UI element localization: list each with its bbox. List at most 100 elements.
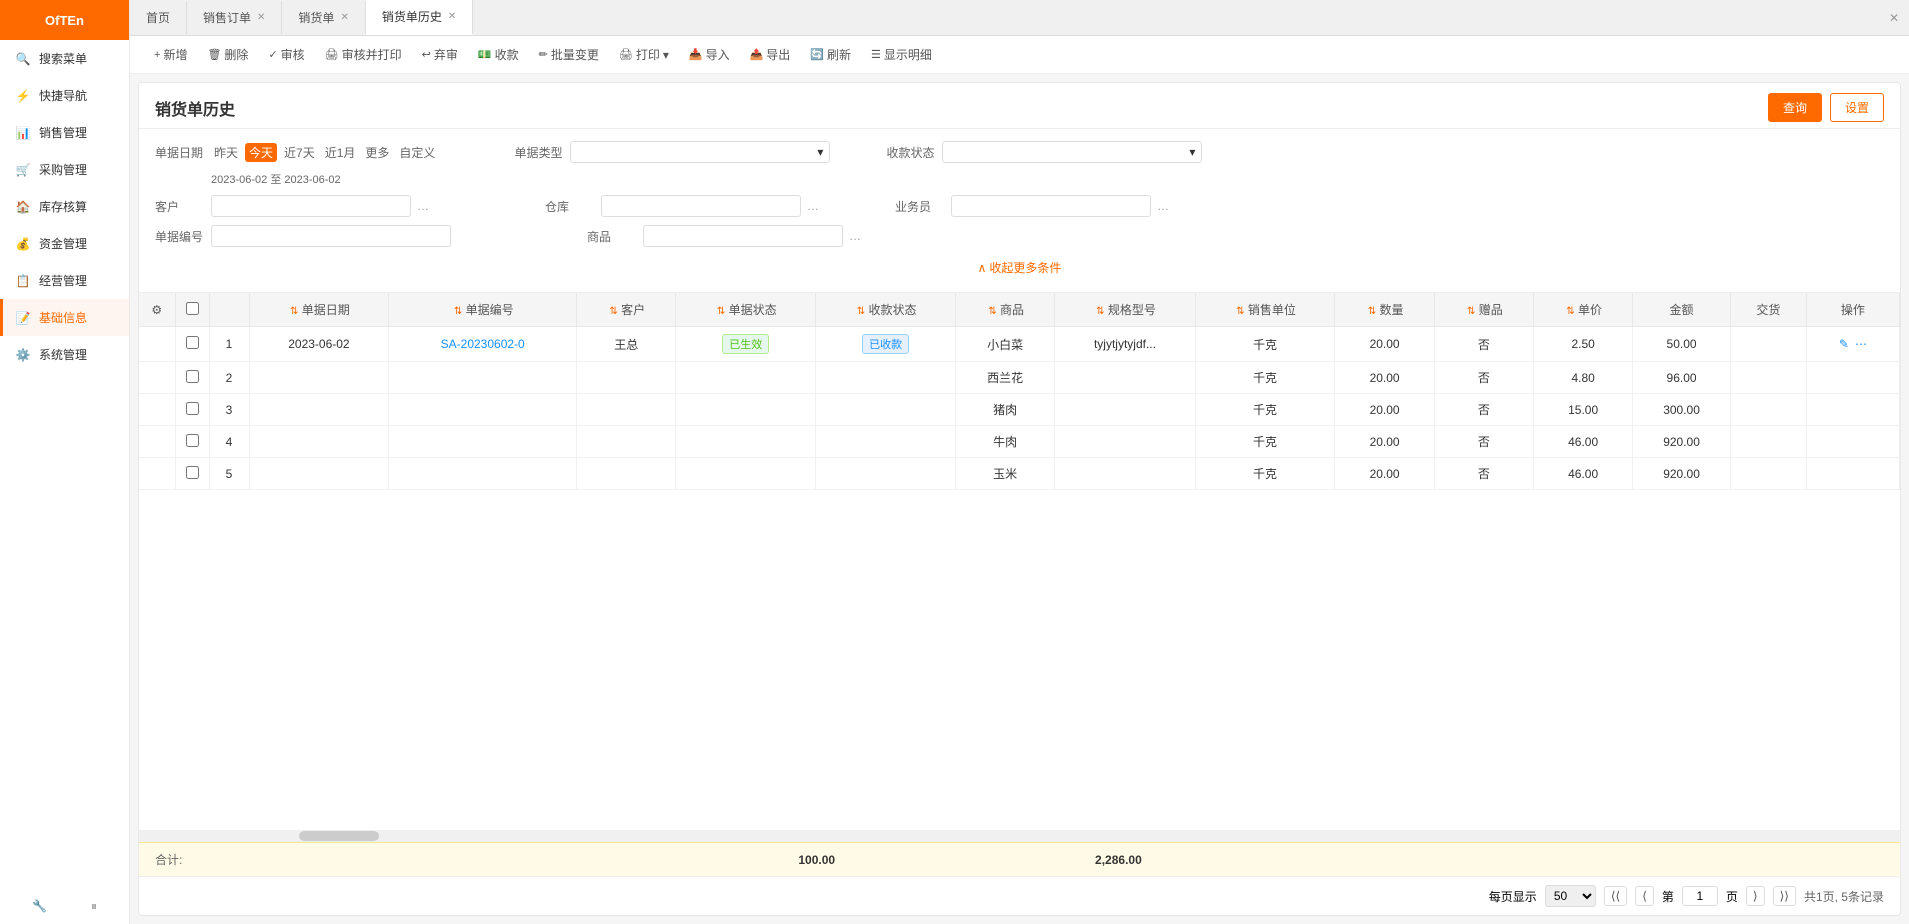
row-checkbox[interactable] [186,336,199,349]
unit-col-header[interactable]: ⇅ 销售单位 [1195,293,1335,327]
horizontal-scrollbar[interactable] [139,830,1900,842]
doc-no-cell[interactable] [389,362,577,394]
doc-date-cell: 2023-06-02 [249,327,389,362]
close-all-tabs[interactable]: ✕ [1879,11,1909,25]
doc-no-cell[interactable] [389,426,577,458]
prev-page-button[interactable]: ⟨ [1635,886,1654,906]
query-button[interactable]: 查询 [1768,93,1822,122]
close-sales-order-tab[interactable]: ✕ [257,12,265,23]
sidebar-bottom-icon2[interactable]: ⏸ [91,899,97,914]
doc-date-col-header[interactable]: ⇅ 单据日期 [249,293,389,327]
op-cell[interactable] [1806,394,1899,426]
collect-button[interactable]: 💵 收款 [470,42,527,67]
op-cell[interactable] [1806,362,1899,394]
sidebar-bottom-icon1[interactable]: 🔧 [32,899,47,914]
doc-type-select[interactable]: ▾ [570,141,830,163]
delete-button[interactable]: 🗑 删除 [199,42,256,67]
yesterday-shortcut[interactable]: 昨天 [211,143,241,162]
sidebar-item-operations[interactable]: 📋 经营管理 [0,262,129,299]
checkbox-cell[interactable] [175,458,209,490]
tab-sales-goods[interactable]: 销货单 ✕ [282,1,365,34]
goods-picker-icon[interactable]: … [849,229,861,243]
more-shortcut[interactable]: 更多 [362,143,392,162]
export-button[interactable]: 📤 导出 [742,42,799,67]
sidebar-item-inventory[interactable]: 🏠 库存核算 [0,188,129,225]
collect-status-select[interactable]: ▾ [942,141,1202,163]
audit-print-button[interactable]: 🖨 审核并打印 [317,42,410,67]
checkbox-col-header[interactable] [175,293,209,327]
sales-rep-input[interactable] [951,195,1151,217]
next-page-button[interactable]: ⟩ [1746,886,1765,906]
sidebar-item-system-mgmt[interactable]: ⚙️ 系统管理 [0,336,129,373]
customer-input[interactable] [211,195,411,217]
display-detail-button[interactable]: ☰ 显示明细 [863,42,940,67]
close-sales-history-tab[interactable]: ✕ [448,11,456,22]
sidebar-item-basic-info[interactable]: 📝 基础信息 [0,299,129,336]
sales-rep-picker-icon[interactable]: … [1157,199,1169,213]
qty-col-header[interactable]: ⇅ 数量 [1335,293,1434,327]
print-button[interactable]: 🖨 打印 ▾ [611,42,677,67]
audit-button[interactable]: ✓ 审核 [260,42,312,67]
trade-cell [1730,394,1806,426]
close-sales-goods-tab[interactable]: ✕ [340,12,348,23]
more-op-btn[interactable]: ⋯ [1855,337,1867,351]
settings-cell [139,327,175,362]
checkbox-cell[interactable] [175,426,209,458]
spec-col-header[interactable]: ⇅ 规格型号 [1055,293,1195,327]
customer-col-header[interactable]: ⇅ 客户 [577,293,676,327]
select-all-checkbox[interactable] [186,302,199,315]
checkbox-cell[interactable] [175,362,209,394]
doc-status-col-header[interactable]: ⇅ 单据状态 [676,293,816,327]
doc-no-link[interactable]: SA-20230602-0 [441,337,525,351]
abandon-button[interactable]: ↩ 弃审 [414,42,466,67]
scroll-thumb[interactable] [299,831,379,841]
sidebar-item-purchase-mgmt[interactable]: 🛒 采购管理 [0,151,129,188]
sidebar-item-finance[interactable]: 💰 资金管理 [0,225,129,262]
doc-no-cell[interactable]: SA-20230602-0 [389,327,577,362]
collect-status-col-header[interactable]: ⇅ 收款状态 [816,293,956,327]
import-button[interactable]: 📥 导入 [681,42,738,67]
row-checkbox[interactable] [186,466,199,479]
custom-shortcut[interactable]: 自定义 [396,143,438,162]
month-shortcut[interactable]: 近1月 [322,143,359,162]
edit-op-btn[interactable]: ✎ [1839,337,1849,351]
sidebar-item-search[interactable]: 🔍 搜索菜单 [0,40,129,77]
first-page-button[interactable]: ⟨⟨ [1604,886,1627,906]
op-cell[interactable] [1806,426,1899,458]
doc-no-cell[interactable] [389,394,577,426]
tab-sales-history[interactable]: 销货单历史 ✕ [366,0,473,35]
page-number-input[interactable] [1682,886,1718,906]
unit-price-col-header[interactable]: ⇅ 单价 [1534,293,1633,327]
sidebar-item-sales-mgmt[interactable]: 📊 销售管理 [0,114,129,151]
checkbox-cell[interactable] [175,394,209,426]
op-cell[interactable]: ✎⋯ [1806,327,1899,362]
sidebar-item-quick-nav[interactable]: ⚡ 快捷导航 [0,77,129,114]
doc-no-col-header[interactable]: ⇅ 单据编号 [389,293,577,327]
today-shortcut[interactable]: 今天 [245,143,277,162]
gift-col-header[interactable]: ⇅ 赠品 [1434,293,1533,327]
warehouse-picker-icon[interactable]: … [807,199,819,213]
customer-picker-icon[interactable]: … [417,199,429,213]
row-checkbox[interactable] [186,402,199,415]
doc-no-input[interactable] [211,225,451,247]
row-checkbox[interactable] [186,434,199,447]
settings-col-header[interactable]: ⚙ [139,293,175,327]
op-cell[interactable] [1806,458,1899,490]
tab-sales-order[interactable]: 销售订单 ✕ [187,1,282,34]
last-page-button[interactable]: ⟩⟩ [1773,886,1796,906]
week-shortcut[interactable]: 近7天 [281,143,318,162]
checkbox-cell[interactable] [175,327,209,362]
warehouse-input[interactable] [601,195,801,217]
doc-no-cell[interactable] [389,458,577,490]
row-checkbox[interactable] [186,370,199,383]
settings-button[interactable]: 设置 [1830,93,1884,122]
table-footer: 合计: 100.00 2,286.00 [139,842,1900,876]
tab-home[interactable]: 首页 [130,1,187,34]
refresh-button[interactable]: 🔄 刷新 [802,42,859,67]
new-button[interactable]: + 新增 [146,42,195,67]
batch-change-button[interactable]: ✏ 批量变更 [531,42,607,67]
goods-input[interactable] [643,225,843,247]
collapse-filter-btn[interactable]: ∧ 收起更多条件 [155,255,1884,280]
page-size-select[interactable]: 50 100 200 [1545,885,1596,907]
goods-col-header[interactable]: ⇅ 商品 [956,293,1055,327]
